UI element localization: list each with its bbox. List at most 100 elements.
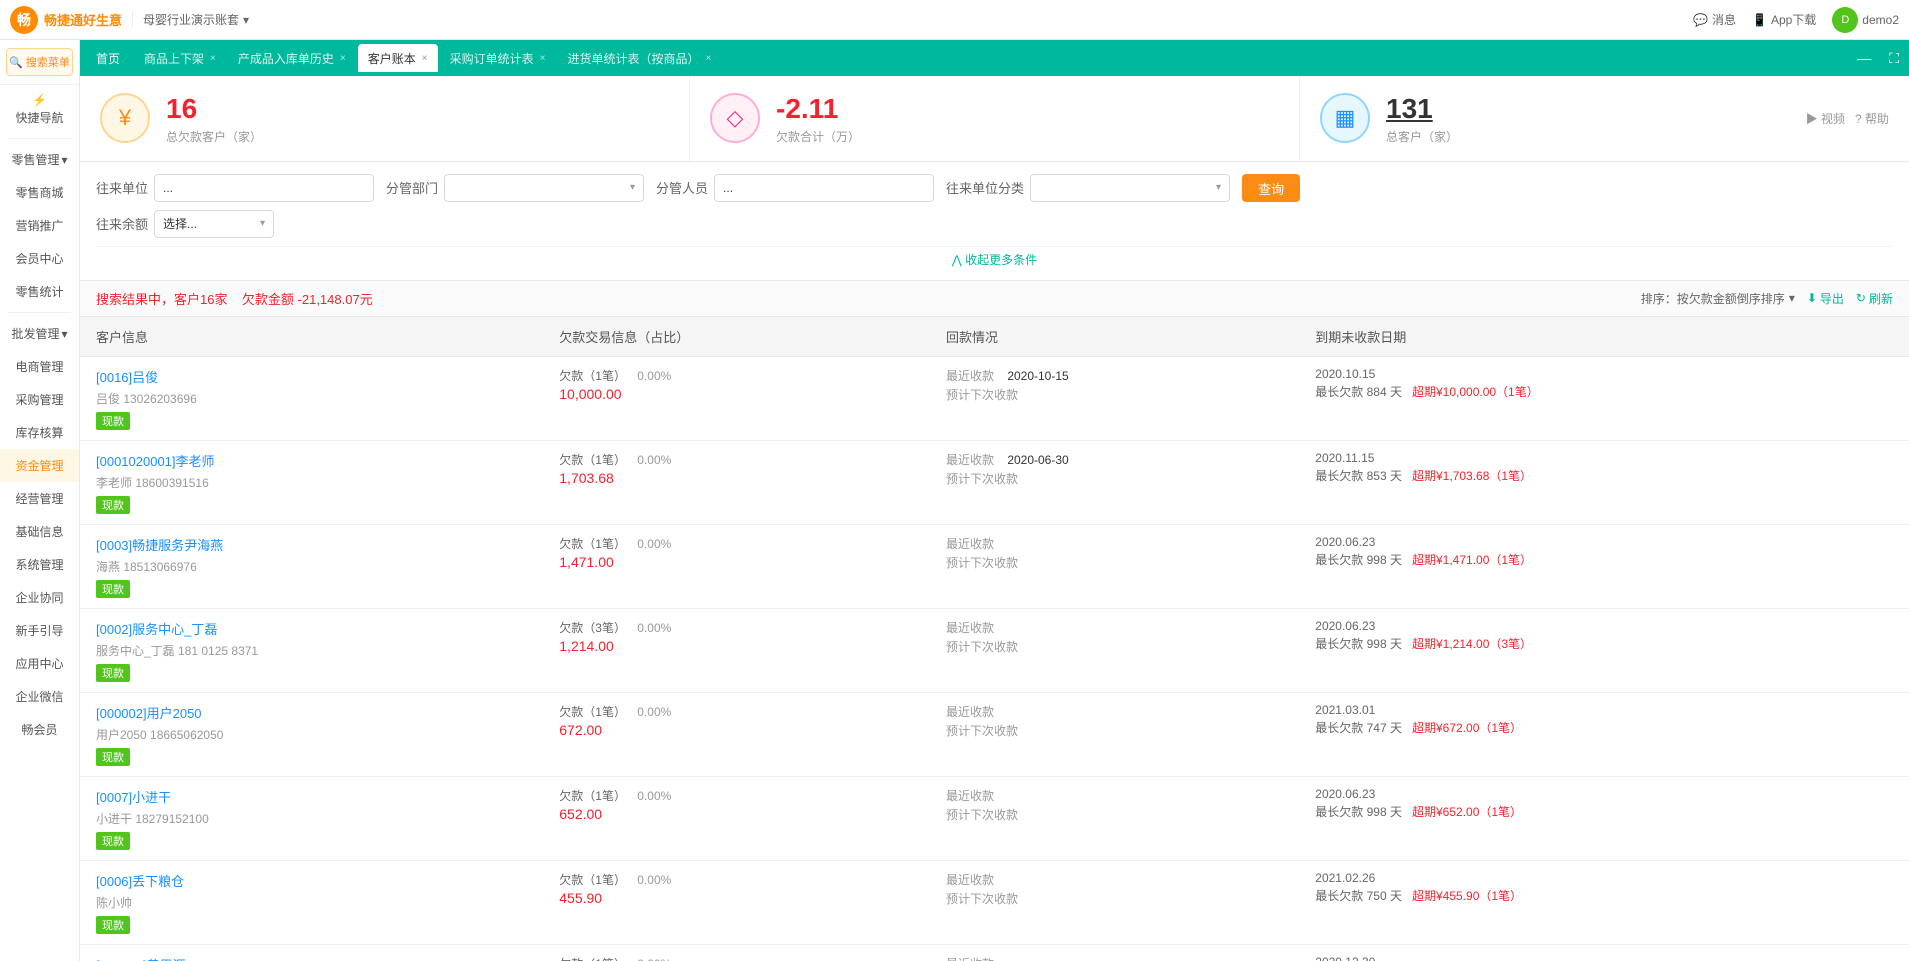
dept-select[interactable]: ▾ xyxy=(444,174,644,202)
mobile-icon: 📱 xyxy=(1752,13,1767,27)
sidebar-item-vip-member[interactable]: 畅会员 xyxy=(0,713,79,746)
overdue-days: 最长欠款 747 天 超期¥672.00（1笔） xyxy=(1315,719,1893,736)
debt-percent: 0.00% xyxy=(637,453,671,467)
next-payment-info: 预计下次收款 xyxy=(946,386,1283,403)
col-debt-info: 欠款交易信息（占比） xyxy=(543,317,930,357)
cell-debt: 欠款（1笔） 0.00% 1,703.68 xyxy=(543,440,930,524)
person-input[interactable]: ... xyxy=(714,174,934,202)
from-unit-input[interactable]: ... xyxy=(154,174,374,202)
cell-due: 2020.12.30 最长欠款 808 天 超期¥429.00（1笔） xyxy=(1299,944,1909,961)
debt-percent: 0.00% xyxy=(637,957,671,961)
balance-select[interactable]: 选择... ▾ xyxy=(154,210,274,238)
total-customers-info: 131 总客户（家） xyxy=(1386,92,1458,145)
summary-row: ¥ 16 总欠款客户（家） ◇ -2.11 欠款合计（万） xyxy=(80,76,1909,162)
tab-close-icon[interactable]: × xyxy=(540,53,546,64)
sort-selector[interactable]: 排序：按欠款金额倒序排序 ▾ xyxy=(1641,290,1795,307)
overdue-link[interactable]: 超期¥652.00（1笔） xyxy=(1412,805,1522,819)
next-payment-info: 预计下次收款 xyxy=(946,470,1283,487)
export-btn[interactable]: ⬇ 导出 xyxy=(1807,290,1844,307)
tab-customer-account[interactable]: 客户账本 × xyxy=(358,44,438,72)
sidebar-item-enterprise[interactable]: 企业协同 xyxy=(0,581,79,614)
tab-close-icon[interactable]: × xyxy=(210,53,216,64)
tab-close-icon[interactable]: × xyxy=(422,53,428,64)
table-row: [0002]服务中心_丁磊 服务中心_丁磊 181 0125 8371 现款 欠… xyxy=(80,608,1909,692)
debt-amount: 672.00 xyxy=(559,722,602,738)
customer-link[interactable]: [0007]小进干 xyxy=(96,790,171,805)
message-label: 消息 xyxy=(1712,11,1736,28)
tab-home[interactable]: 首页 xyxy=(84,50,132,67)
video-btn[interactable]: ▶ 视频 xyxy=(1806,110,1845,127)
sidebar-item-system-mgmt[interactable]: 系统管理 xyxy=(0,548,79,581)
sidebar-item-new-guide[interactable]: 新手引导 xyxy=(0,614,79,647)
sidebar-item-enterprise-wechat[interactable]: 企业微信 xyxy=(0,680,79,713)
debt-amount-info: -2.11 欠款合计（万） xyxy=(776,92,860,145)
sidebar-item-retail-mgmt[interactable]: 零售管理 ▾ xyxy=(0,143,79,176)
sidebar-item-label: 电商管理 xyxy=(15,358,63,375)
sidebar-item-label: 零售商城 xyxy=(15,184,63,201)
tab-close-icon[interactable]: × xyxy=(340,53,346,64)
debt-customers-info: 16 总欠款客户（家） xyxy=(166,92,262,145)
debt-percent: 0.00% xyxy=(637,369,671,383)
user-area[interactable]: D demo2 xyxy=(1832,7,1899,33)
sidebar-item-marketing[interactable]: 营销推广 xyxy=(0,209,79,242)
tab-purchase-stats[interactable]: 进货单统计表（按商品） × xyxy=(557,44,721,72)
sidebar-item-ecommerce[interactable]: 电商管理 xyxy=(0,350,79,383)
overdue-link[interactable]: 超期¥10,000.00（1笔） xyxy=(1412,385,1539,399)
sidebar-item-inventory[interactable]: 库存核算 xyxy=(0,416,79,449)
top-bar: 畅 畅捷通好生意 母婴行业演示账套 ▾ 💬 消息 📱 App下载 D demo2 xyxy=(0,0,1909,40)
search-menu-btn[interactable]: 🔍 搜索菜单 xyxy=(6,48,73,76)
message-btn[interactable]: 💬 消息 xyxy=(1693,11,1736,28)
tab-purchase-order[interactable]: 采购订单统计表 × xyxy=(440,44,556,72)
customer-link[interactable]: [000002]用户2050 xyxy=(96,706,202,721)
customer-link[interactable]: [0002]服务中心_丁磊 xyxy=(96,622,217,637)
help-btn[interactable]: ? 帮助 xyxy=(1855,110,1889,127)
tab-minimize-btn[interactable]: — xyxy=(1851,48,1877,69)
overdue-link[interactable]: 超期¥672.00（1笔） xyxy=(1412,721,1522,735)
debt-label: 欠款（1笔） 0.00% xyxy=(559,787,914,804)
overdue-link[interactable]: 超期¥1,214.00（3笔） xyxy=(1412,637,1532,651)
customer-link[interactable]: [000001]黄思源 xyxy=(96,958,186,961)
sidebar-item-batch-mgmt[interactable]: 批发管理 ▾ xyxy=(0,317,79,350)
tab-product-history[interactable]: 产成品入库单历史 × xyxy=(228,44,356,72)
customer-link[interactable]: [0006]丢下粮仓 xyxy=(96,874,184,889)
collapse-btn[interactable]: ⋀ 收起更多条件 xyxy=(96,246,1893,272)
sidebar-item-label: 企业微信 xyxy=(15,688,63,705)
sidebar-item-purchase-mgmt[interactable]: 采购管理 xyxy=(0,383,79,416)
cell-debt: 欠款（1笔） 0.00% 672.00 xyxy=(543,692,930,776)
cell-recovery: 最近收款 预计下次收款 xyxy=(930,608,1299,692)
cell-debt: 欠款（1笔） 0.00% 455.90 xyxy=(543,860,930,944)
customer-link[interactable]: [0003]畅捷服务尹海燕 xyxy=(96,538,223,553)
col-due-date: 到期未收款日期 xyxy=(1299,317,1909,357)
filter-person: 分管人员 ... xyxy=(656,174,934,202)
sidebar-item-business-mgmt[interactable]: 经营管理 xyxy=(0,482,79,515)
customer-link[interactable]: [0016]吕俊 xyxy=(96,370,158,385)
cell-recovery: 最近收款 预计下次收款 xyxy=(930,692,1299,776)
customer-link[interactable]: [0001020001]李老师 xyxy=(96,454,215,469)
app-download-btn[interactable]: 📱 App下载 xyxy=(1752,11,1816,28)
sidebar-item-app-center[interactable]: 应用中心 xyxy=(0,647,79,680)
sidebar-item-member[interactable]: 会员中心 xyxy=(0,242,79,275)
sidebar-item-finance[interactable]: 资金管理 xyxy=(0,449,79,482)
unit-class-select[interactable]: ▾ xyxy=(1030,174,1230,202)
sidebar-item-basic-info[interactable]: 基础信息 xyxy=(0,515,79,548)
cell-due: 2020.10.15 最长欠款 884 天 超期¥10,000.00（1笔） xyxy=(1299,356,1909,440)
tab-product-off[interactable]: 商品上下架 × xyxy=(134,44,226,72)
cell-recovery: 最近收款 2020-06-30 预计下次收款 xyxy=(930,440,1299,524)
overdue-link[interactable]: 超期¥1,471.00（1笔） xyxy=(1412,553,1532,567)
filter-row-2: 往来余额 选择... ▾ xyxy=(96,210,1893,238)
debt-amount: 1,214.00 xyxy=(559,638,614,654)
table-row: [0016]吕俊 吕俊 13026203696 现款 欠款（1笔） 0.00% … xyxy=(80,356,1909,440)
tab-maximize-btn[interactable]: ⛶ xyxy=(1883,48,1905,69)
store-selector[interactable]: 母婴行业演示账套 ▾ xyxy=(132,11,249,28)
sidebar-item-retail-stats[interactable]: 零售统计 xyxy=(0,275,79,308)
debt-customers-label: 总欠款客户（家） xyxy=(166,128,262,145)
overdue-link[interactable]: 超期¥1,703.68（1笔） xyxy=(1412,469,1532,483)
sidebar-item-label: 会员中心 xyxy=(15,250,63,267)
sidebar-item-retail-mall[interactable]: 零售商城 xyxy=(0,176,79,209)
sidebar-item-quick-nav[interactable]: ⚡ 快捷导航 xyxy=(0,85,79,134)
due-date-value: 2020.06.23 xyxy=(1315,619,1893,633)
search-button[interactable]: 查询 xyxy=(1242,174,1300,202)
tab-close-icon[interactable]: × xyxy=(705,53,711,64)
refresh-btn[interactable]: ↻ 刷新 xyxy=(1856,290,1893,307)
overdue-link[interactable]: 超期¥455.90（1笔） xyxy=(1412,889,1522,903)
